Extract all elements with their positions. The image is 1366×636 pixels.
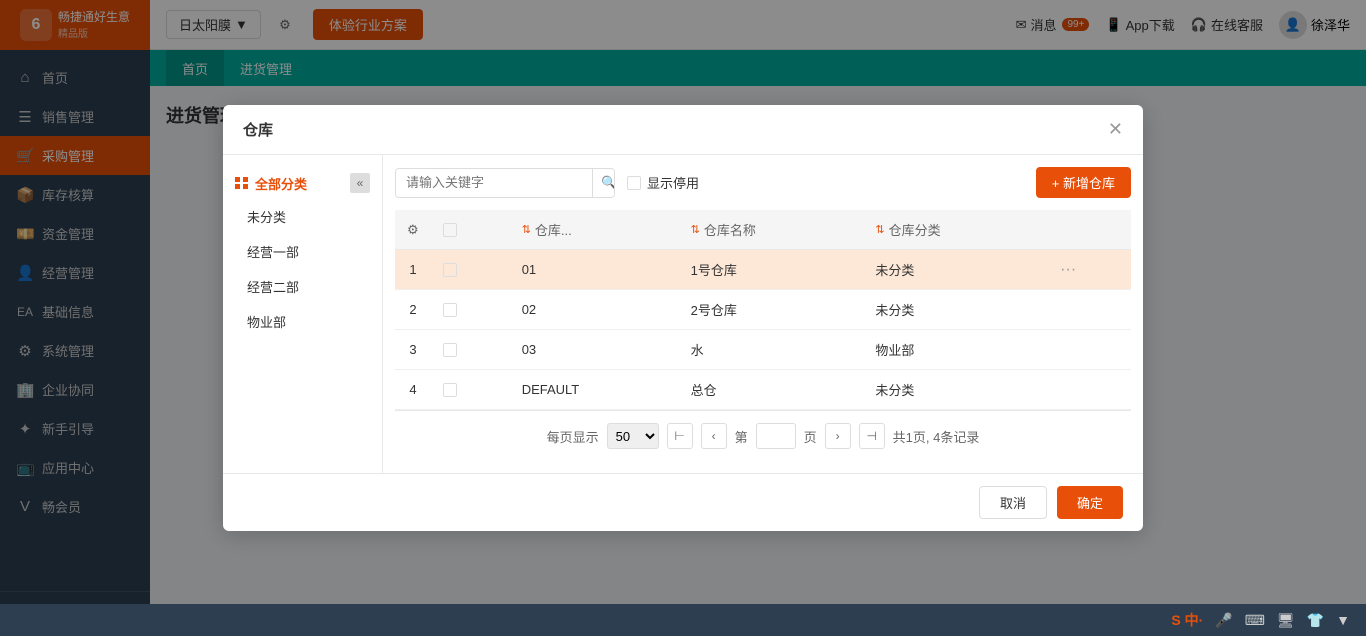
row-category: 物业部 (863, 330, 1048, 370)
table-head: ⚙ ⇅ 仓库... (395, 210, 1131, 250)
row-actions-button[interactable]: ··· (1060, 261, 1076, 278)
row-checkbox[interactable] (443, 383, 457, 397)
row-name: 水 (679, 330, 864, 370)
table-area: 🔍 显示停用 + 新增仓库 ⚙ (383, 155, 1143, 473)
row-actions-cell (1048, 330, 1131, 370)
row-name: 总仓 (679, 370, 864, 410)
row-actions-cell: ··· (1048, 250, 1131, 290)
cat-item-unclassified[interactable]: 未分类 (223, 199, 382, 234)
settings-icon: ⚙ (407, 222, 419, 237)
table-row[interactable]: 3 03 水 物业部 (395, 330, 1131, 370)
row-checkbox[interactable] (443, 303, 457, 317)
row-checkbox-cell (431, 370, 510, 410)
row-category: 未分类 (863, 250, 1048, 290)
status-logo: S 中· (1171, 610, 1203, 630)
modal-body: 全部分类 « 未分类 经营一部 经营二部 物业部 (223, 155, 1143, 473)
page-label: 第 (735, 427, 748, 446)
table-body: 1 01 1号仓库 未分类 ··· 2 02 2号仓库 未分类 3 (395, 250, 1131, 410)
row-category: 未分类 (863, 290, 1048, 330)
table-toolbar: 🔍 显示停用 + 新增仓库 (395, 167, 1131, 198)
row-checkbox-cell (431, 330, 510, 370)
row-code: 01 (510, 250, 679, 290)
table-header-row: ⚙ ⇅ 仓库... (395, 210, 1131, 250)
row-checkbox-cell (431, 290, 510, 330)
row-actions-cell (1048, 290, 1131, 330)
mic-icon[interactable]: 🎤 (1215, 612, 1232, 629)
row-checkbox-cell (431, 250, 510, 290)
th-code[interactable]: ⇅ 仓库... (510, 210, 679, 250)
row-num: 3 (395, 330, 431, 370)
modal-title: 仓库 (243, 119, 273, 140)
row-num: 2 (395, 290, 431, 330)
modal-close-button[interactable]: ✕ (1108, 119, 1123, 140)
row-checkbox[interactable] (443, 343, 457, 357)
search-input[interactable] (396, 169, 592, 196)
warehouse-table: ⚙ ⇅ 仓库... (395, 210, 1131, 410)
table-row[interactable]: 4 DEFAULT 总仓 未分类 (395, 370, 1131, 410)
show-disabled-label[interactable]: 显示停用 (627, 173, 699, 192)
sort-icon-cat: ⇅ (875, 223, 884, 236)
th-category[interactable]: ⇅ 仓库分类 (863, 210, 1048, 250)
table-row[interactable]: 2 02 2号仓库 未分类 (395, 290, 1131, 330)
category-sidebar: 全部分类 « 未分类 经营一部 经营二部 物业部 (223, 155, 383, 473)
row-code: 02 (510, 290, 679, 330)
all-categories-label: 全部分类 (235, 174, 307, 193)
screen-icon[interactable]: 🖥 (1277, 612, 1295, 629)
th-name[interactable]: ⇅ 仓库名称 (679, 210, 864, 250)
row-num: 4 (395, 370, 431, 410)
th-settings: ⚙ (395, 210, 431, 250)
modal-overlay: 仓库 ✕ 全部分类 « 未分类 经营一部 (0, 0, 1366, 636)
row-category: 未分类 (863, 370, 1048, 410)
page-last-button[interactable]: ⊣ (859, 423, 885, 449)
th-actions (1048, 210, 1131, 250)
all-categories-header[interactable]: 全部分类 « (223, 167, 382, 199)
row-checkbox[interactable] (443, 263, 457, 277)
grid-icon (235, 177, 249, 189)
show-disabled-checkbox[interactable] (627, 176, 641, 190)
page-first-button[interactable]: ⊢ (667, 423, 693, 449)
modal-footer: 取消 确定 (223, 473, 1143, 531)
select-all-checkbox[interactable] (443, 223, 457, 237)
status-bar: S 中· 🎤 ⌨ 🖥 👕 ▼ (0, 604, 1366, 636)
pagination: 每页显示 50 100 200 ⊢ ‹ 第 1 页 › ⊣ 共1页, 4条记录 (395, 410, 1131, 461)
cat-item-ops1[interactable]: 经营一部 (223, 234, 382, 269)
warehouse-modal: 仓库 ✕ 全部分类 « 未分类 经营一部 (223, 105, 1143, 531)
row-name: 2号仓库 (679, 290, 864, 330)
shirt-icon[interactable]: 👕 (1307, 612, 1324, 629)
row-name: 1号仓库 (679, 250, 864, 290)
search-button[interactable]: 🔍 (592, 169, 615, 197)
th-checkbox-col (431, 210, 510, 250)
page-unit: 页 (804, 427, 817, 446)
row-actions-cell (1048, 370, 1131, 410)
cat-item-property[interactable]: 物业部 (223, 304, 382, 339)
sort-icon-code: ⇅ (522, 223, 531, 236)
modal-header: 仓库 ✕ (223, 105, 1143, 155)
cancel-button[interactable]: 取消 (979, 486, 1047, 519)
confirm-button[interactable]: 确定 (1057, 486, 1123, 519)
collapse-button[interactable]: « (350, 173, 370, 193)
page-next-button[interactable]: › (825, 423, 851, 449)
cat-item-ops2[interactable]: 经营二部 (223, 269, 382, 304)
sort-icon-name: ⇅ (691, 223, 700, 236)
per-page-select[interactable]: 50 100 200 (607, 423, 659, 449)
table-scroll-area: ⚙ ⇅ 仓库... (395, 210, 1131, 410)
row-code: DEFAULT (510, 370, 679, 410)
keyboard-icon[interactable]: ⌨ (1245, 612, 1265, 629)
row-num: 1 (395, 250, 431, 290)
search-box: 🔍 (395, 168, 615, 198)
add-warehouse-button[interactable]: + 新增仓库 (1036, 167, 1131, 198)
dropdown-icon[interactable]: ▼ (1336, 612, 1350, 628)
total-info: 共1页, 4条记录 (893, 427, 980, 446)
page-prev-button[interactable]: ‹ (701, 423, 727, 449)
page-number-input[interactable]: 1 (756, 423, 796, 449)
table-row[interactable]: 1 01 1号仓库 未分类 ··· (395, 250, 1131, 290)
row-code: 03 (510, 330, 679, 370)
per-page-label: 每页显示 (547, 427, 599, 446)
